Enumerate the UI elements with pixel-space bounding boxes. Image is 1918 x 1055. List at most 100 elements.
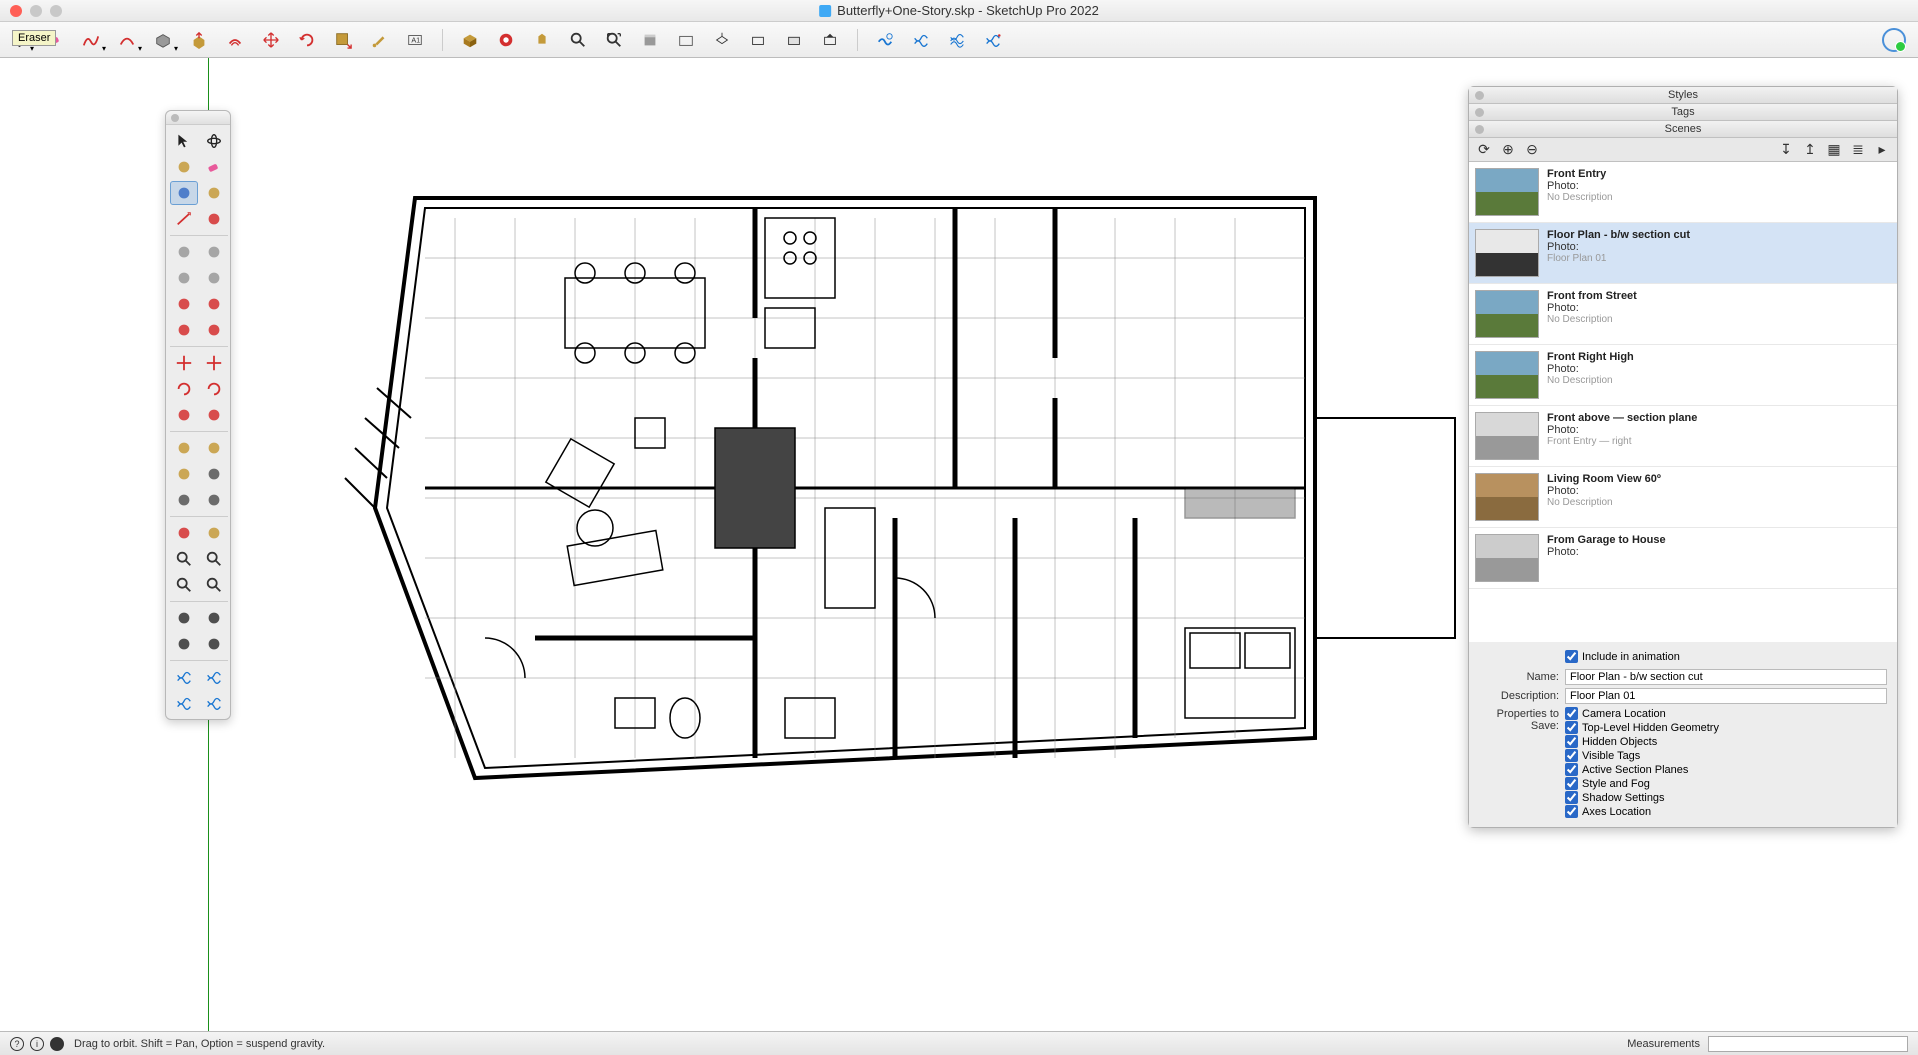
prop-checkbox[interactable] (1565, 721, 1578, 734)
remove-scene-button[interactable]: ⊖ (1525, 143, 1539, 157)
include-animation-checkbox[interactable] (1565, 650, 1578, 663)
sectionplane3-button[interactable] (946, 29, 968, 51)
section-tool[interactable] (200, 488, 228, 512)
walk-tool[interactable] (170, 606, 198, 630)
user-account-badge[interactable] (1882, 28, 1906, 52)
eraser-tool[interactable] (200, 155, 228, 179)
move-tool[interactable] (170, 351, 198, 375)
offset-tool[interactable] (200, 403, 228, 427)
sectionplane2-button[interactable] (910, 29, 932, 51)
dimension-tool[interactable] (200, 462, 228, 486)
zoomwindow-tool[interactable] (200, 547, 228, 571)
scene-item[interactable]: From Garage to HousePhoto: (1469, 528, 1897, 589)
iso-view-button[interactable] (711, 29, 733, 51)
close-icon[interactable] (171, 114, 179, 122)
prop-checkbox[interactable] (1565, 805, 1578, 818)
help-icon[interactable]: ? (10, 1037, 24, 1051)
scene-item[interactable]: Front from StreetPhoto:No Description (1469, 284, 1897, 345)
lines-tool[interactable]: ▾ (80, 29, 102, 51)
sp1-tool[interactable] (170, 665, 198, 689)
move-scene-down-button[interactable]: ↥ (1803, 143, 1817, 157)
prop-checkbox[interactable] (1565, 707, 1578, 720)
lookaround-tool[interactable] (200, 606, 228, 630)
text-tool[interactable] (170, 462, 198, 486)
intersect-tool[interactable] (200, 521, 228, 545)
move-scene-up-button[interactable]: ↧ (1779, 143, 1793, 157)
close-button[interactable] (10, 5, 22, 17)
rotate-tool[interactable] (296, 29, 318, 51)
outliner-button[interactable] (675, 29, 697, 51)
scene-name-input[interactable] (1565, 669, 1887, 685)
maximize-button[interactable] (50, 5, 62, 17)
add-scene-button[interactable]: ⊕ (1501, 143, 1515, 157)
move-tool[interactable] (260, 29, 282, 51)
offset-tool[interactable] (224, 29, 246, 51)
previous-tool[interactable] (200, 573, 228, 597)
scene-item[interactable]: Front above — section planePhoto:Front E… (1469, 406, 1897, 467)
protractor-tool[interactable] (200, 436, 228, 460)
scene-menu-button[interactable]: ▸ (1875, 143, 1889, 157)
front-view-button[interactable] (783, 29, 805, 51)
zoom-tool[interactable] (567, 29, 589, 51)
scale-tool[interactable] (332, 29, 354, 51)
orbit-tool[interactable] (200, 129, 228, 153)
tab-tags[interactable]: Tags (1469, 104, 1897, 121)
tape-tool[interactable] (170, 436, 198, 460)
2arc-tool[interactable] (200, 292, 228, 316)
component-tool[interactable] (170, 181, 198, 205)
followme-tool[interactable] (170, 521, 198, 545)
top-view-button[interactable] (747, 29, 769, 51)
prop-checkbox[interactable] (1565, 749, 1578, 762)
refresh-scene-button[interactable]: ⟳ (1477, 143, 1491, 157)
paint-tool[interactable] (170, 155, 198, 179)
axes-tool[interactable] (170, 488, 198, 512)
scene-item[interactable]: Floor Plan - b/w section cutPhoto:Floor … (1469, 223, 1897, 284)
pushpull-tool[interactable] (188, 29, 210, 51)
tab-styles[interactable]: Styles (1469, 87, 1897, 104)
zoomextents-tool[interactable] (170, 573, 198, 597)
arc-tool[interactable] (170, 292, 198, 316)
circle-tool[interactable] (170, 266, 198, 290)
prop-checkbox[interactable] (1565, 777, 1578, 790)
prop-checkbox[interactable] (1565, 791, 1578, 804)
movecopy-tool[interactable] (200, 351, 228, 375)
shapes-tool[interactable]: ▾ (152, 29, 174, 51)
scene-view-thumbnails-button[interactable]: ▦ (1827, 143, 1841, 157)
paint-tool[interactable] (368, 29, 390, 51)
material-tool[interactable] (200, 181, 228, 205)
rotatecopy-tool[interactable] (200, 377, 228, 401)
sectionplane4-button[interactable] (982, 29, 1004, 51)
person-icon[interactable] (50, 1037, 64, 1051)
text-tool[interactable]: A1 (404, 29, 426, 51)
3dwarehouse-button[interactable] (459, 29, 481, 51)
sp4-tool[interactable] (200, 691, 228, 715)
sp3-tool[interactable] (170, 691, 198, 715)
arcs-tool[interactable]: ▾ (116, 29, 138, 51)
prop-checkbox[interactable] (1565, 763, 1578, 776)
select-tool[interactable] (170, 129, 198, 153)
hide-tool[interactable] (200, 632, 228, 656)
rectangle-tool[interactable] (170, 240, 198, 264)
3arc-tool[interactable] (200, 318, 228, 342)
scene-item[interactable]: Living Room View 60ºPhoto:No Description (1469, 467, 1897, 528)
rotrect-tool[interactable] (200, 240, 228, 264)
sectionplane1-button[interactable] (874, 29, 896, 51)
scene-desc-input[interactable] (1565, 688, 1887, 704)
addlocation-button[interactable] (531, 29, 553, 51)
tab-scenes[interactable]: Scenes (1469, 121, 1897, 138)
polygon-tool[interactable] (200, 266, 228, 290)
pie-tool[interactable] (170, 318, 198, 342)
toolset-header[interactable] (166, 111, 230, 125)
section-tool[interactable] (639, 29, 661, 51)
rotate-tool[interactable] (170, 377, 198, 401)
scene-item[interactable]: Front Right HighPhoto:No Description (1469, 345, 1897, 406)
scale-tool[interactable] (170, 403, 198, 427)
freehand-tool[interactable] (200, 207, 228, 231)
scene-item[interactable]: Front EntryPhoto:No Description (1469, 162, 1897, 223)
extension-warehouse-button[interactable] (495, 29, 517, 51)
scene-list[interactable]: Front EntryPhoto:No DescriptionFloor Pla… (1469, 162, 1897, 642)
zoomextents-tool[interactable] (603, 29, 625, 51)
right-view-button[interactable] (819, 29, 841, 51)
sp2-tool[interactable] (200, 665, 228, 689)
prop-checkbox[interactable] (1565, 735, 1578, 748)
